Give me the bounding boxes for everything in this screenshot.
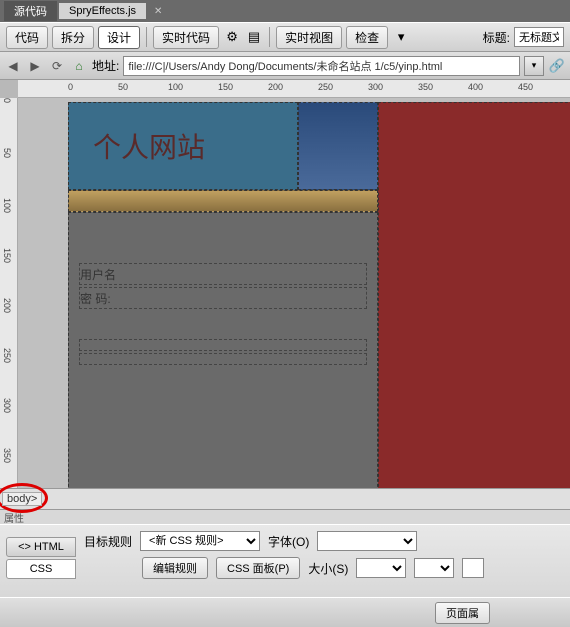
title-input[interactable]	[514, 27, 564, 47]
properties-label: 属性	[0, 510, 570, 524]
page-properties-button[interactable]: 页面属	[435, 602, 490, 624]
forward-icon[interactable]: ▶	[26, 57, 44, 75]
password-label: 密 码:	[80, 290, 140, 307]
toggle-icon-2[interactable]: ▤	[245, 28, 263, 46]
row-divider	[79, 339, 367, 351]
main-content[interactable]: 用户名 密 码:	[68, 212, 378, 488]
live-view-button[interactable]: 实时视图	[276, 26, 342, 49]
title-label: 标题:	[483, 29, 510, 46]
css-panel-button[interactable]: CSS 面板(P)	[216, 557, 300, 579]
toggle-icon-1[interactable]: ⚙	[223, 28, 241, 46]
inspect-button[interactable]: 检查	[346, 26, 388, 49]
banner-image[interactable]	[298, 102, 378, 190]
horizontal-ruler: 0 50 100 150 200 250 300 350 400 450	[18, 80, 570, 98]
banner-header[interactable]: 个人网站	[68, 102, 298, 190]
close-tab-icon[interactable]: ✕	[154, 6, 162, 17]
split-view-button[interactable]: 拆分	[52, 26, 94, 49]
tag-body[interactable]: body>	[2, 492, 42, 506]
link-icon[interactable]: 🔗	[548, 57, 566, 75]
home-icon[interactable]: ⌂	[70, 57, 88, 75]
password-input[interactable]	[140, 290, 366, 306]
sidebar-panel[interactable]	[378, 102, 570, 488]
vertical-ruler: 0 50 100 150 200 250 300 350	[0, 98, 18, 488]
font-select[interactable]	[317, 531, 417, 551]
separator	[269, 27, 270, 47]
font-label: 字体(O)	[268, 533, 309, 550]
options-icon[interactable]: ▾	[392, 28, 410, 46]
password-row[interactable]: 密 码:	[79, 287, 367, 309]
banner-title: 个人网站	[93, 126, 205, 166]
target-rule-label: 目标规则	[84, 533, 132, 550]
edit-rule-button[interactable]: 编辑规则	[142, 557, 208, 579]
target-rule-select[interactable]: <新 CSS 规则>	[140, 531, 260, 551]
design-canvas[interactable]: 个人网站 用户名 密 码:	[18, 98, 570, 488]
size-label: 大小(S)	[308, 560, 348, 577]
address-label: 地址:	[92, 57, 119, 74]
username-row[interactable]: 用户名	[79, 263, 367, 285]
refresh-icon[interactable]: ⟳	[48, 57, 66, 75]
size-select[interactable]	[356, 558, 406, 578]
code-view-button[interactable]: 代码	[6, 26, 48, 49]
source-tab[interactable]: 源代码	[4, 1, 57, 21]
css-tab[interactable]: CSS	[6, 559, 76, 579]
separator	[146, 27, 147, 47]
unit-select[interactable]	[414, 558, 454, 578]
row-divider	[79, 353, 367, 365]
username-label: 用户名	[80, 266, 140, 283]
nav-bar[interactable]	[68, 190, 378, 212]
color-swatch[interactable]	[462, 558, 484, 578]
design-view-button[interactable]: 设计	[98, 26, 140, 49]
file-tab[interactable]: SpryEffects.js	[59, 3, 146, 19]
html-tab[interactable]: <> HTML	[6, 537, 76, 557]
live-code-button[interactable]: 实时代码	[153, 26, 219, 49]
address-dropdown-icon[interactable]: ▾	[524, 56, 544, 76]
username-input[interactable]	[140, 266, 366, 282]
back-icon[interactable]: ◀	[4, 57, 22, 75]
address-input[interactable]	[123, 56, 520, 76]
